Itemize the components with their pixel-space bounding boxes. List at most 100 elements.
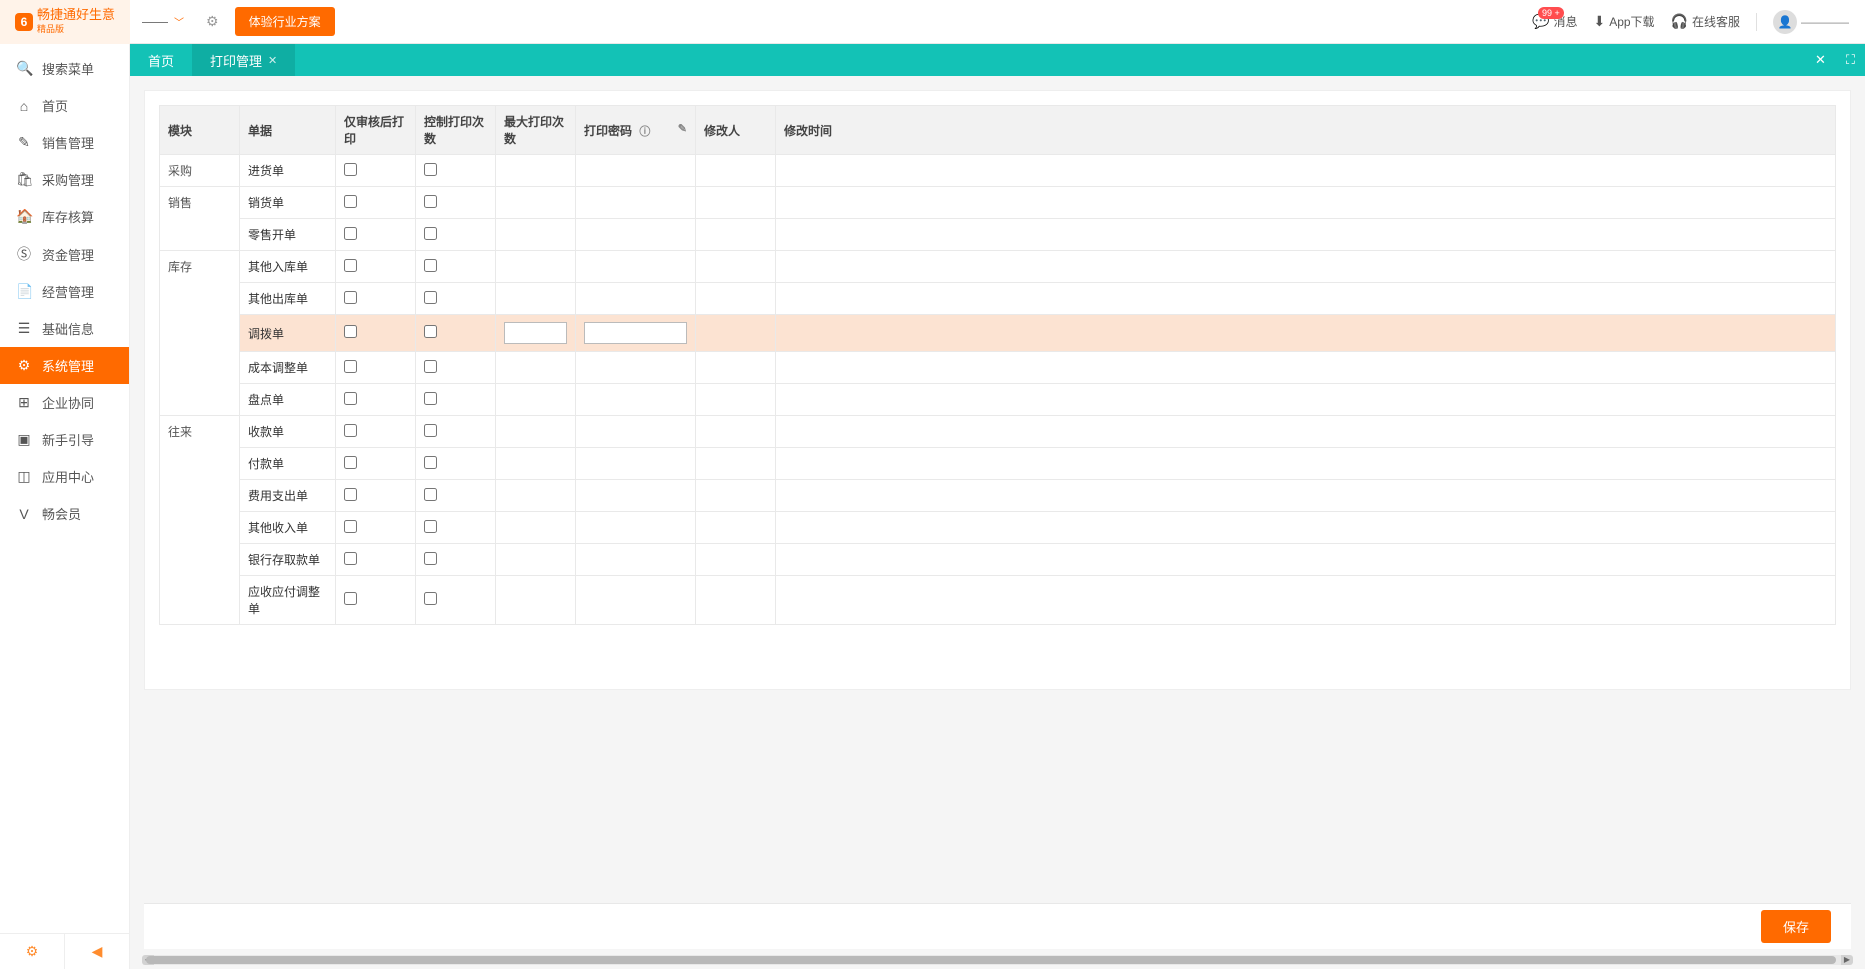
- tab-label: 打印管理: [210, 51, 262, 70]
- edit-icon[interactable]: ✎: [678, 122, 687, 135]
- divider: [1756, 13, 1757, 31]
- sidebar-item-inventory[interactable]: 🏠库存核算: [0, 198, 129, 235]
- table-row[interactable]: 库存其他入库单: [160, 251, 1836, 283]
- control-count-checkbox[interactable]: [424, 163, 437, 176]
- table-row[interactable]: 盘点单: [160, 384, 1836, 416]
- sidebar-item-search[interactable]: 🔍搜索菜单: [0, 50, 129, 87]
- sidebar-item-purchase[interactable]: 🛍采购管理: [0, 161, 129, 198]
- tab-close-all-button[interactable]: ✕: [1805, 44, 1836, 76]
- doc-cell: 付款单: [240, 448, 336, 480]
- industry-solution-button[interactable]: 体验行业方案: [235, 7, 335, 36]
- system-icon: ⚙: [16, 357, 32, 374]
- messages-button[interactable]: 💬 99 + 消息: [1532, 13, 1577, 30]
- sidebar-item-collab[interactable]: ⊞企业协同: [0, 384, 129, 421]
- audit-only-cell: [336, 251, 416, 283]
- control-count-cell: [416, 512, 496, 544]
- control-count-cell: [416, 187, 496, 219]
- sidebar-item-finance[interactable]: Ⓢ资金管理: [0, 235, 129, 273]
- audit-only-cell: [336, 187, 416, 219]
- audit-only-cell: [336, 352, 416, 384]
- audit-only-checkbox[interactable]: [344, 520, 357, 533]
- table-row[interactable]: 销售销货单: [160, 187, 1836, 219]
- audit-only-checkbox[interactable]: [344, 456, 357, 469]
- control-count-checkbox[interactable]: [424, 424, 437, 437]
- max-count-input[interactable]: [504, 322, 567, 344]
- table-row[interactable]: 其他出库单: [160, 283, 1836, 315]
- sidebar-item-guide[interactable]: ▣新手引导: [0, 421, 129, 458]
- help-icon[interactable]: ⓘ: [639, 126, 650, 138]
- sidebar-item-home[interactable]: ⌂首页: [0, 87, 129, 124]
- scrollbar-thumb[interactable]: [146, 956, 1836, 964]
- save-button[interactable]: 保存: [1761, 910, 1831, 943]
- password-cell: [576, 352, 696, 384]
- audit-only-checkbox[interactable]: [344, 552, 357, 565]
- modified-time-cell: [776, 155, 1836, 187]
- brand-logo[interactable]: 6 畅捷通好生意 精品版: [0, 0, 130, 44]
- audit-only-checkbox[interactable]: [344, 227, 357, 240]
- audit-only-checkbox[interactable]: [344, 195, 357, 208]
- user-menu[interactable]: 👤 ————: [1773, 10, 1849, 34]
- audit-only-checkbox[interactable]: [344, 325, 357, 338]
- app-download-button[interactable]: ⬇ App下载: [1593, 13, 1654, 30]
- table-row[interactable]: 调拨单: [160, 315, 1836, 352]
- table-row[interactable]: 应收应付调整单: [160, 576, 1836, 625]
- sidebar-item-apps[interactable]: ◫应用中心: [0, 458, 129, 495]
- table-row[interactable]: 往来收款单: [160, 416, 1836, 448]
- sidebar-collapse-button[interactable]: ◀: [64, 934, 129, 969]
- table-row[interactable]: 采购进货单: [160, 155, 1836, 187]
- control-count-checkbox[interactable]: [424, 259, 437, 272]
- action-bar: 保存: [144, 903, 1851, 949]
- tab-print[interactable]: 打印管理 ✕: [192, 44, 295, 76]
- control-count-checkbox[interactable]: [424, 195, 437, 208]
- table-header-row: 模块 单据 仅审核后打印 控制打印次数 最大打印次数 打印密码 ⓘ ✎: [160, 106, 1836, 155]
- audit-only-checkbox[interactable]: [344, 488, 357, 501]
- max-count-cell: [496, 384, 576, 416]
- doc-cell: 其他出库单: [240, 283, 336, 315]
- control-count-checkbox[interactable]: [424, 325, 437, 338]
- control-count-checkbox[interactable]: [424, 227, 437, 240]
- sidebar-item-operation[interactable]: 📄经营管理: [0, 273, 129, 310]
- table-row[interactable]: 付款单: [160, 448, 1836, 480]
- audit-only-checkbox[interactable]: [344, 592, 357, 605]
- audit-only-checkbox[interactable]: [344, 259, 357, 272]
- control-count-checkbox[interactable]: [424, 552, 437, 565]
- control-count-checkbox[interactable]: [424, 488, 437, 501]
- tab-fullscreen-button[interactable]: ⛶: [1836, 44, 1865, 76]
- horizontal-scrollbar[interactable]: ◀ ▶: [144, 955, 1851, 965]
- control-count-checkbox[interactable]: [424, 592, 437, 605]
- scroll-right-icon[interactable]: ▶: [1841, 955, 1853, 965]
- tab-close-icon[interactable]: ✕: [268, 54, 277, 67]
- password-input[interactable]: [584, 322, 687, 344]
- sidebar-item-system[interactable]: ⚙系统管理: [0, 347, 129, 384]
- control-count-checkbox[interactable]: [424, 392, 437, 405]
- modifier-cell: [696, 512, 776, 544]
- audit-only-checkbox[interactable]: [344, 163, 357, 176]
- control-count-checkbox[interactable]: [424, 291, 437, 304]
- tab-home[interactable]: 首页: [130, 44, 192, 76]
- control-count-checkbox[interactable]: [424, 360, 437, 373]
- sidebar-item-sales[interactable]: ✎销售管理: [0, 124, 129, 161]
- doc-cell: 收款单: [240, 416, 336, 448]
- table-row[interactable]: 费用支出单: [160, 480, 1836, 512]
- sidebar-item-label: 企业协同: [42, 393, 94, 412]
- control-count-checkbox[interactable]: [424, 456, 437, 469]
- table-row[interactable]: 银行存取款单: [160, 544, 1836, 576]
- table-row[interactable]: 零售开单: [160, 219, 1836, 251]
- modifier-cell: [696, 384, 776, 416]
- org-settings-icon[interactable]: ⚙: [196, 13, 229, 30]
- modified-time-cell: [776, 219, 1836, 251]
- control-count-cell: [416, 448, 496, 480]
- sidebar-item-vip[interactable]: V畅会员: [0, 495, 129, 532]
- sidebar-item-basic[interactable]: ☰基础信息: [0, 310, 129, 347]
- control-count-checkbox[interactable]: [424, 520, 437, 533]
- support-button[interactable]: 🎧 在线客服: [1671, 13, 1740, 30]
- org-selector[interactable]: —— ﹀: [130, 0, 196, 44]
- audit-only-checkbox[interactable]: [344, 291, 357, 304]
- audit-only-checkbox[interactable]: [344, 392, 357, 405]
- password-cell: [576, 384, 696, 416]
- sidebar-settings-button[interactable]: ⚙: [0, 934, 64, 969]
- table-row[interactable]: 成本调整单: [160, 352, 1836, 384]
- audit-only-checkbox[interactable]: [344, 360, 357, 373]
- audit-only-checkbox[interactable]: [344, 424, 357, 437]
- table-row[interactable]: 其他收入单: [160, 512, 1836, 544]
